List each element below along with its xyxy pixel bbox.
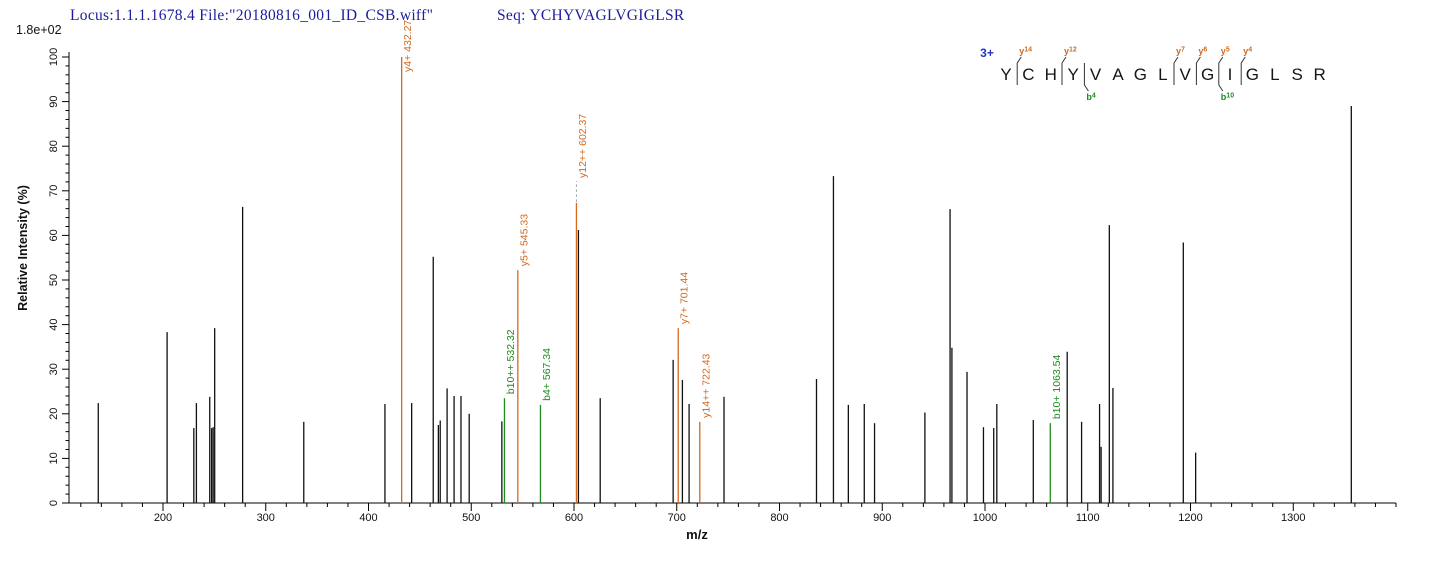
cleavage-hook-top — [1196, 57, 1200, 63]
residue-letter: Y — [1068, 65, 1079, 84]
residue-letter: I — [1228, 65, 1233, 84]
residue-letter: L — [1270, 65, 1279, 84]
x-tick-label: 1100 — [1076, 512, 1100, 524]
x-axis-ticks: 200 300 400 500 600 700 800 900 1000 1100 1200 1300… — [81, 503, 1396, 542]
y-tick-label: 50 — [48, 274, 60, 286]
peptide-annotation: 3+YCHYVAGLVGIGLSRy14y12b4y7y6y5b10y4 — [980, 46, 1326, 102]
x-tick-label: 200 — [154, 512, 172, 524]
residue-letter: G — [1134, 65, 1147, 84]
y-axis-ticks: 0 10 20 30 40 50 60 70 80 90 100 Relative Intensity… — [16, 48, 69, 506]
y-ion-marker-label: y5 — [1221, 46, 1230, 56]
cleavage-hook-bottom — [1084, 85, 1088, 91]
x-tick-label: 600 — [565, 512, 583, 524]
y-tick-label: 10 — [48, 452, 60, 464]
residue-letter: C — [1022, 65, 1034, 84]
x-axis-title: m/z — [686, 527, 708, 542]
x-tick-label: 1000 — [973, 512, 997, 524]
precursor-charge-label: 3+ — [980, 46, 994, 60]
residue-letter: L — [1158, 65, 1167, 84]
b-ion-marker-label: b4 — [1086, 92, 1096, 102]
y-ion-marker-label: y12 — [1064, 46, 1077, 56]
residue-letter: R — [1313, 65, 1325, 84]
y-ion-marker-label: y4 — [1243, 46, 1252, 56]
y-tick-label: 20 — [48, 408, 60, 420]
residue-letter: V — [1090, 65, 1102, 84]
y-tick-label: 70 — [48, 185, 60, 197]
y-tick-label: 80 — [48, 140, 60, 152]
cleavage-hook-top — [1219, 57, 1223, 63]
spectrum-page: Locus:1.1.1.1678.4 File:"20180816_001_ID… — [0, 0, 1436, 562]
y-tick-label: 40 — [48, 318, 60, 330]
ion-peak-label: y5+ 545.33 — [518, 214, 530, 266]
residue-letter: S — [1292, 65, 1303, 84]
x-tick-label: 1200 — [1178, 512, 1202, 524]
cleavage-hook-top — [1062, 57, 1066, 63]
spectrum-canvas[interactable]: 2003004005006007008009001000110012001300… — [0, 0, 1436, 562]
residue-letter: G — [1201, 65, 1214, 84]
x-tick-label: 700 — [668, 512, 686, 524]
ion-peak-label: y7+ 701.44 — [679, 272, 691, 324]
ion-peak-label: y14++ 722.43 — [700, 353, 712, 417]
y-axis-title: Relative Intensity (%) — [16, 185, 30, 311]
peaks-group: y4+ 432.27 b10++ 532.32 y5+ 545.33 b4+ 567.… — [98, 20, 1351, 503]
cleavage-hook-top — [1174, 57, 1178, 63]
x-tick-label: 400 — [359, 512, 377, 524]
y-tick-label: 0 — [48, 500, 60, 506]
ion-peak-label: y12++ 602.37 — [577, 114, 589, 178]
ion-peak-label: b4+ 567.34 — [541, 348, 553, 401]
cleavage-hook-top — [1241, 57, 1245, 63]
ion-peak-label: b10++ 532.32 — [505, 329, 517, 394]
y-tick-label: 100 — [48, 48, 60, 66]
y-ion-marker-label: y7 — [1176, 46, 1185, 56]
x-tick-label: 900 — [873, 512, 891, 524]
axes — [69, 52, 1396, 503]
residue-letter: A — [1112, 65, 1124, 84]
y-ion-marker-label: y6 — [1198, 46, 1207, 56]
residue-letter: H — [1045, 65, 1057, 84]
residue-letter: G — [1246, 65, 1259, 84]
y-tick-label: 60 — [48, 229, 60, 241]
ion-peak-label: y4+ 432.27 — [402, 20, 414, 72]
x-tick-label: 500 — [462, 512, 480, 524]
residue-letter: Y — [1000, 65, 1011, 84]
ion-peak-label: b10+ 1063.54 — [1051, 354, 1063, 419]
x-tick-label: 1300 — [1281, 512, 1305, 524]
y-ion-marker-label: y14 — [1019, 46, 1032, 56]
y-tick-label: 30 — [48, 363, 60, 375]
y-tick-label: 90 — [48, 95, 60, 107]
x-tick-label: 300 — [257, 512, 275, 524]
residue-letter: V — [1180, 65, 1192, 84]
cleavage-hook-top — [1017, 57, 1021, 63]
x-tick-label: 800 — [770, 512, 788, 524]
cleavage-hook-bottom — [1219, 85, 1223, 91]
b-ion-marker-label: b10 — [1221, 92, 1234, 102]
